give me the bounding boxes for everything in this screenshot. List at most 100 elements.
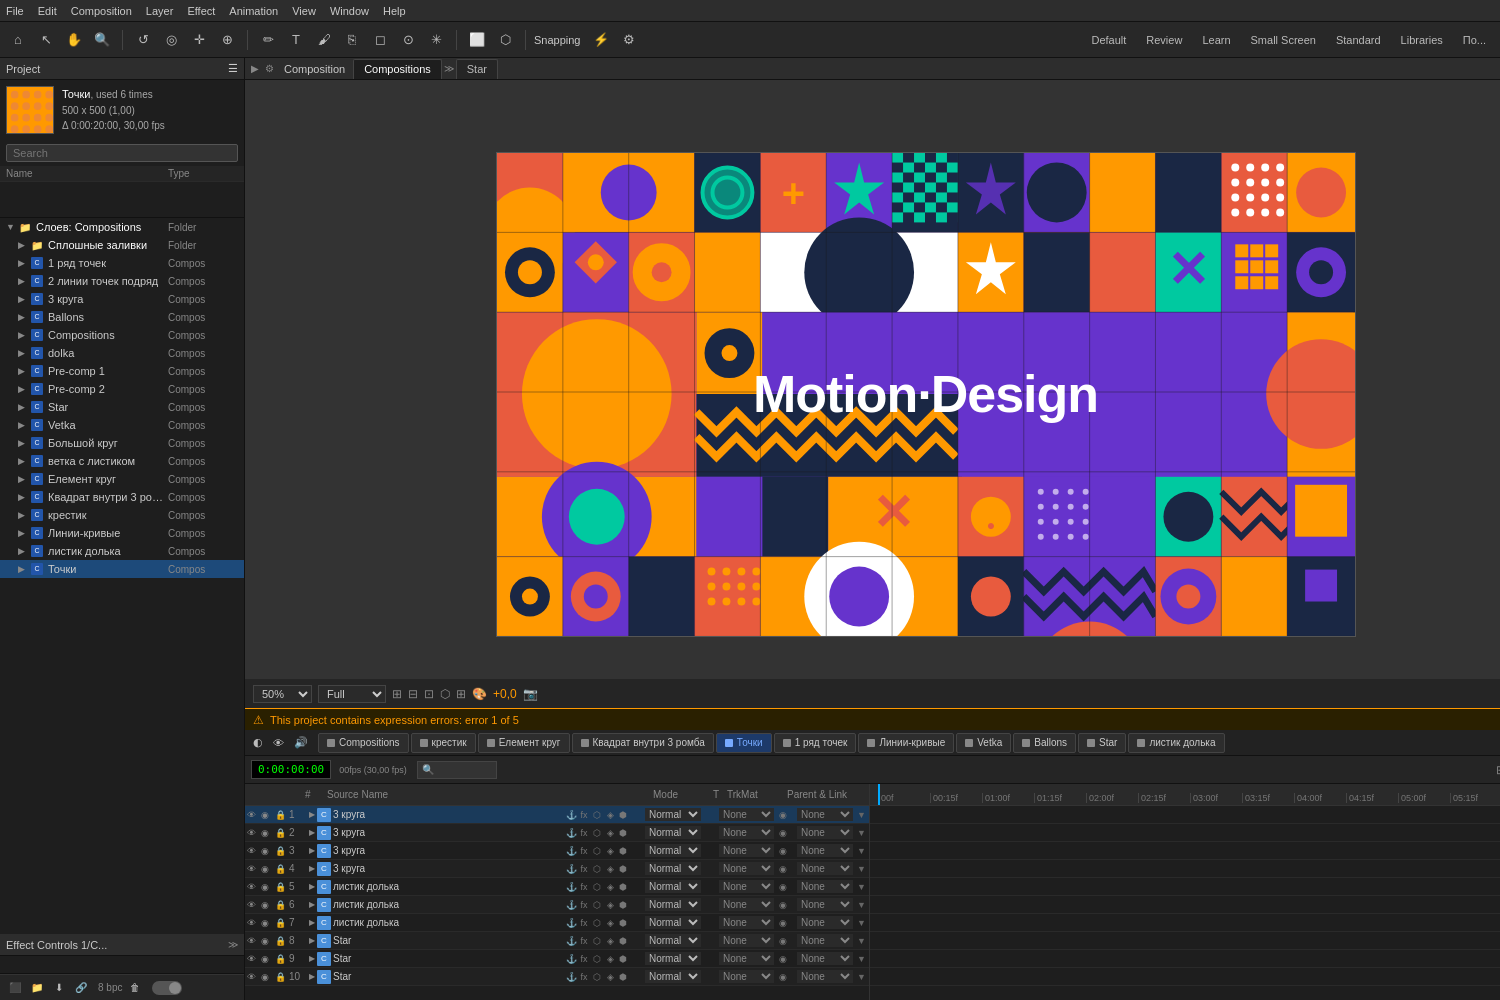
tool-camera[interactable]: ◎ <box>159 28 183 52</box>
tool-rotate[interactable]: ↺ <box>131 28 155 52</box>
toggle-guides-btn[interactable]: ⊟ <box>408 687 418 701</box>
tool-puppet[interactable]: ✳ <box>424 28 448 52</box>
layer-eye-1[interactable]: 👁 <box>245 810 259 820</box>
tool-arrow[interactable]: ↖ <box>34 28 58 52</box>
timeline-search-input[interactable] <box>417 761 497 779</box>
layer-mode-select-6[interactable]: Normal <box>645 898 701 911</box>
layer-icon-3d-9[interactable]: ⬢ <box>617 953 629 965</box>
layer-icon-motion-3[interactable]: ⬡ <box>591 845 603 857</box>
viewer-tab-compositions[interactable]: Compositions <box>353 59 442 79</box>
layer-mode-select-4[interactable]: Normal <box>645 862 701 875</box>
layer-icon-anchor-4[interactable]: ⚓ <box>565 863 577 875</box>
layer-trkmat-1[interactable]: None <box>717 808 777 821</box>
tl-expand-btn[interactable]: ⊞ <box>1496 763 1500 777</box>
menu-view[interactable]: View <box>292 5 316 17</box>
layer-lock-3[interactable]: 🔒 <box>273 846 287 856</box>
layer-icon-adj-8[interactable]: ◈ <box>604 935 616 947</box>
layer-solo-6[interactable]: ◉ <box>259 900 273 910</box>
workspace-small-screen[interactable]: Small Screen <box>1243 32 1324 48</box>
layer-eye-5[interactable]: 👁 <box>245 882 259 892</box>
layer-parent-2[interactable]: None <box>795 826 855 839</box>
tool-zoom[interactable]: 🔍 <box>90 28 114 52</box>
tool-shape1[interactable]: ⬜ <box>465 28 489 52</box>
layer-icon-anchor-10[interactable]: ⚓ <box>565 971 577 983</box>
layer-mode-9[interactable]: Normal <box>643 952 703 965</box>
layer-trkmat-select-5[interactable]: None <box>719 880 774 893</box>
layer-trkmat-select-8[interactable]: None <box>719 934 774 947</box>
timeline-tab-1riad[interactable]: 1 ряд точек <box>774 733 857 753</box>
layer-icon-fx-5[interactable]: fx <box>578 881 590 893</box>
layer-icon-motion-5[interactable]: ⬡ <box>591 881 603 893</box>
layer-lock-10[interactable]: 🔒 <box>273 972 287 982</box>
layer-parent-select-5[interactable]: None <box>797 880 853 893</box>
item-expand-7[interactable]: ▶ <box>18 330 28 340</box>
menu-edit[interactable]: Edit <box>38 5 57 17</box>
layer-parent-select-10[interactable]: None <box>797 970 853 983</box>
project-item-8[interactable]: ▶CdolkaCompos <box>0 344 244 362</box>
layer-mode-4[interactable]: Normal <box>643 862 703 875</box>
tool-anchor[interactable]: ⊕ <box>215 28 239 52</box>
layer-trkmat-select-6[interactable]: None <box>719 898 774 911</box>
layer-trkmat-select-10[interactable]: None <box>719 970 774 983</box>
toggle-3d-btn[interactable]: ⬡ <box>440 687 450 701</box>
project-search-input[interactable] <box>6 144 238 162</box>
project-item-11[interactable]: ▶CStarCompos <box>0 398 244 416</box>
layer-trkmat-select-3[interactable]: None <box>719 844 774 857</box>
toggle-switch[interactable] <box>152 981 182 995</box>
layer-row-8[interactable]: 👁 ◉ 🔒 8 ▶ C Star ⚓ fx ⬡ ◈ ⬢ Normal None … <box>245 932 869 950</box>
layer-trkmat-5[interactable]: None <box>717 880 777 893</box>
layer-icon-3d-4[interactable]: ⬢ <box>617 863 629 875</box>
layer-trkmat-3[interactable]: None <box>717 844 777 857</box>
layer-icon-fx-2[interactable]: fx <box>578 827 590 839</box>
tool-settings[interactable]: ⚙ <box>617 28 641 52</box>
item-expand-9[interactable]: ▶ <box>18 366 28 376</box>
layer-expand-3[interactable]: ▶ C 3 круга <box>307 844 563 858</box>
item-expand-15[interactable]: ▶ <box>18 474 28 484</box>
layer-row-10[interactable]: 👁 ◉ 🔒 10 ▶ C Star ⚓ fx ⬡ ◈ ⬢ Normal None… <box>245 968 869 986</box>
layer-parent-5[interactable]: None <box>795 880 855 893</box>
layer-icon-motion-2[interactable]: ⬡ <box>591 827 603 839</box>
layer-parent-select-2[interactable]: None <box>797 826 853 839</box>
layer-row-9[interactable]: 👁 ◉ 🔒 9 ▶ C Star ⚓ fx ⬡ ◈ ⬢ Normal None … <box>245 950 869 968</box>
layer-trkmat-select-9[interactable]: None <box>719 952 774 965</box>
layer-icon-3d-6[interactable]: ⬢ <box>617 899 629 911</box>
layer-icon-fx-8[interactable]: fx <box>578 935 590 947</box>
layer-trkmat-select-4[interactable]: None <box>719 862 774 875</box>
layer-icon-3d-3[interactable]: ⬢ <box>617 845 629 857</box>
layer-solo-1[interactable]: ◉ <box>259 810 273 820</box>
timeline-tab-linii[interactable]: Линии-кривые <box>858 733 954 753</box>
color-picker-btn[interactable]: 🎨 <box>472 687 487 701</box>
menu-animation[interactable]: Animation <box>229 5 278 17</box>
layer-eye-9[interactable]: 👁 <box>245 954 259 964</box>
project-item-1[interactable]: ▼📁Слоев: CompositionsFolder <box>0 218 244 236</box>
workspace-libraries[interactable]: Libraries <box>1393 32 1451 48</box>
layer-parent-select-7[interactable]: None <box>797 916 853 929</box>
layer-mode-3[interactable]: Normal <box>643 844 703 857</box>
timeline-tab-compositions[interactable]: Compositions <box>318 733 409 753</box>
snapshot-btn[interactable]: 📷 <box>523 687 538 701</box>
layer-parent-8[interactable]: None <box>795 934 855 947</box>
layer-trkmat-4[interactable]: None <box>717 862 777 875</box>
layer-trkmat-7[interactable]: None <box>717 916 777 929</box>
layer-mode-select-7[interactable]: Normal <box>645 916 701 929</box>
layer-parent-select-8[interactable]: None <box>797 934 853 947</box>
layer-parent-9[interactable]: None <box>795 952 855 965</box>
layer-solo-5[interactable]: ◉ <box>259 882 273 892</box>
channel-btn[interactable]: +0,0 <box>493 687 517 701</box>
layer-icon-anchor-2[interactable]: ⚓ <box>565 827 577 839</box>
layer-icon-motion-9[interactable]: ⬡ <box>591 953 603 965</box>
timeline-tab-vetka[interactable]: Vetka <box>956 733 1011 753</box>
toggle-safe-btn[interactable]: ⊞ <box>456 687 466 701</box>
layer-icon-3d-2[interactable]: ⬢ <box>617 827 629 839</box>
new-composition-btn[interactable]: ⬛ <box>6 979 24 997</box>
layer-solo-8[interactable]: ◉ <box>259 936 273 946</box>
layer-icon-anchor-3[interactable]: ⚓ <box>565 845 577 857</box>
layer-eye-3[interactable]: 👁 <box>245 846 259 856</box>
layer-icon-3d-8[interactable]: ⬢ <box>617 935 629 947</box>
timeline-playhead[interactable] <box>878 784 880 805</box>
layer-solo-4[interactable]: ◉ <box>259 864 273 874</box>
layer-icon-fx-9[interactable]: fx <box>578 953 590 965</box>
layer-trkmat-6[interactable]: None <box>717 898 777 911</box>
tool-shape2[interactable]: ⬡ <box>493 28 517 52</box>
layer-icon-anchor-8[interactable]: ⚓ <box>565 935 577 947</box>
